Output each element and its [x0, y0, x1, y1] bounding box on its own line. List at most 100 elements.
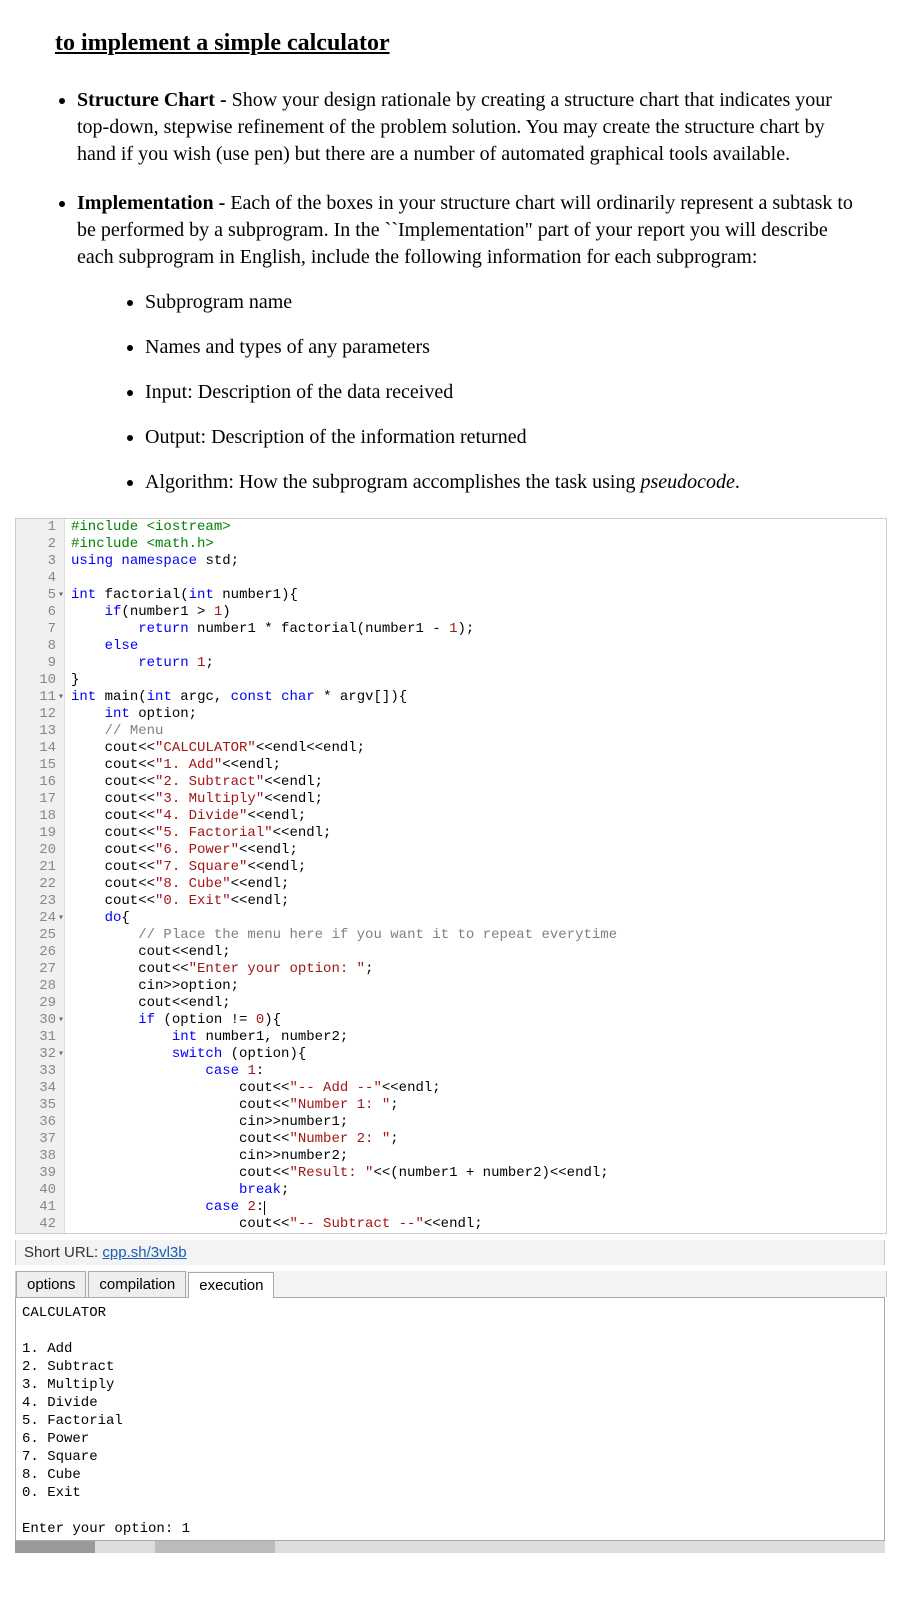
code-token: const: [231, 689, 273, 705]
code-token: (number1 >: [121, 604, 213, 620]
short-url-link[interactable]: cpp.sh/3vl3b: [102, 1244, 186, 1261]
main-list: Structure Chart - Show your design ratio…: [55, 87, 857, 496]
code-token: #include: [71, 519, 147, 535]
code-token: "Result: ": [289, 1165, 373, 1181]
bullet-structure: Structure Chart - Show your design ratio…: [77, 87, 857, 168]
fold-icon[interactable]: ▾: [58, 910, 64, 927]
code-token: int: [71, 689, 96, 705]
code-token: cin>>number2;: [71, 1148, 348, 1164]
sub-item-name: Subprogram name: [145, 289, 857, 316]
code-token: (option !=: [155, 1012, 256, 1028]
code-token: <<endl;: [222, 757, 281, 773]
scrollbar[interactable]: [15, 1541, 885, 1553]
code-token: int: [172, 1029, 197, 1045]
code-token: switch: [172, 1046, 222, 1062]
code-token: <<(number1 + number2)<<endl;: [373, 1165, 608, 1181]
code-token: <<endl;: [231, 893, 290, 909]
scroll-thumb[interactable]: [15, 1541, 95, 1553]
algo-post: .: [735, 471, 740, 493]
code-token: <<endl;: [424, 1216, 483, 1232]
code-token: break: [239, 1182, 281, 1198]
code-token: case: [205, 1063, 239, 1079]
code-token: namespace: [121, 553, 197, 569]
code-token: <math.h>: [147, 536, 214, 552]
code-token: main(: [96, 689, 146, 705]
fold-icon[interactable]: ▾: [58, 689, 64, 706]
code-token: <iostream>: [147, 519, 231, 535]
algo-pre: Algorithm: How the subprogram accomplish…: [145, 471, 640, 493]
code-token: [71, 1063, 205, 1079]
code-token: [273, 689, 281, 705]
code-token: [71, 910, 105, 926]
code-token: "-- Add --": [289, 1080, 381, 1096]
fold-icon[interactable]: ▾: [58, 1012, 64, 1029]
code-token: cin>>option;: [71, 978, 239, 994]
code-token: <<endl;: [239, 842, 298, 858]
code-token: cout<<endl;: [71, 995, 231, 1011]
code-token: <<endl;: [264, 791, 323, 807]
code-token: cout<<: [71, 791, 155, 807]
code-token: "0. Exit": [155, 893, 231, 909]
code-token: ;: [390, 1131, 398, 1147]
page-title: to implement a simple calculator: [55, 30, 877, 57]
bullet-implementation: Implementation - Each of the boxes in yo…: [77, 190, 857, 496]
code-token: return: [138, 655, 188, 671]
code-token: [71, 1046, 172, 1062]
code-token: ;: [281, 1182, 289, 1198]
code-token: cout<<: [71, 808, 155, 824]
tab-execution[interactable]: execution: [188, 1272, 274, 1298]
code-token: [71, 927, 138, 943]
code-token: cout<<: [71, 1097, 289, 1113]
code-token: cout<<: [71, 859, 155, 875]
code-token: cout<<endl;: [71, 944, 231, 960]
code-token: :: [256, 1199, 264, 1215]
code-token: "Enter your option: ": [189, 961, 365, 977]
code-token: factorial(: [96, 587, 188, 603]
code-token: cout<<: [71, 774, 155, 790]
structure-heading: Structure Chart -: [77, 89, 232, 111]
execution-output[interactable]: CALCULATOR 1. Add 2. Subtract 3. Multipl…: [15, 1297, 885, 1541]
code-token: option;: [130, 706, 197, 722]
code-token: "1. Add": [155, 757, 222, 773]
code-token: [71, 621, 138, 637]
algo-em: pseudocode: [640, 471, 734, 493]
sub-list: Subprogram name Names and types of any p…: [77, 289, 857, 496]
code-token: 1: [247, 1063, 255, 1079]
code-token: "-- Subtract --": [289, 1216, 423, 1232]
code-token: cout<<: [71, 825, 155, 841]
scroll-thumb[interactable]: [155, 1541, 275, 1553]
code-token: [71, 1029, 172, 1045]
code-editor[interactable]: 1#include <iostream> 2#include <math.h> …: [15, 518, 887, 1234]
code-token: number1 * factorial(number1 -: [189, 621, 449, 637]
code-token: if: [138, 1012, 155, 1028]
code-token: argc,: [172, 689, 231, 705]
tab-options[interactable]: options: [16, 1271, 86, 1297]
code-token: return: [138, 621, 188, 637]
fold-icon[interactable]: ▾: [58, 587, 64, 604]
code-token: cout<<: [71, 1080, 289, 1096]
code-token: * argv[]){: [315, 689, 407, 705]
code-token: cout<<: [71, 893, 155, 909]
code-token: "6. Power": [155, 842, 239, 858]
code-token: cout<<: [71, 842, 155, 858]
code-token: "2. Subtract": [155, 774, 264, 790]
code-token: [71, 723, 105, 739]
code-token: <<endl;: [247, 859, 306, 875]
output-tabs: options compilation execution: [15, 1271, 887, 1297]
code-token: std;: [197, 553, 239, 569]
fold-icon[interactable]: ▾: [58, 1046, 64, 1063]
code-token: ;: [205, 655, 213, 671]
code-token: case: [205, 1199, 239, 1215]
code-token: <<endl;: [264, 774, 323, 790]
code-token: // Place the menu here if you want it to…: [138, 927, 617, 943]
impl-heading: Implementation -: [77, 192, 230, 214]
code-token: "3. Multiply": [155, 791, 264, 807]
code-token: do: [105, 910, 122, 926]
code-token: int: [105, 706, 130, 722]
code-token: cout<<: [71, 961, 189, 977]
code-token: number1){: [214, 587, 298, 603]
sub-item-algorithm: Algorithm: How the subprogram accomplish…: [145, 469, 857, 496]
tab-compilation[interactable]: compilation: [88, 1271, 186, 1297]
short-url-row: Short URL: cpp.sh/3vl3b: [15, 1240, 885, 1265]
code-token: cout<<: [71, 1131, 289, 1147]
